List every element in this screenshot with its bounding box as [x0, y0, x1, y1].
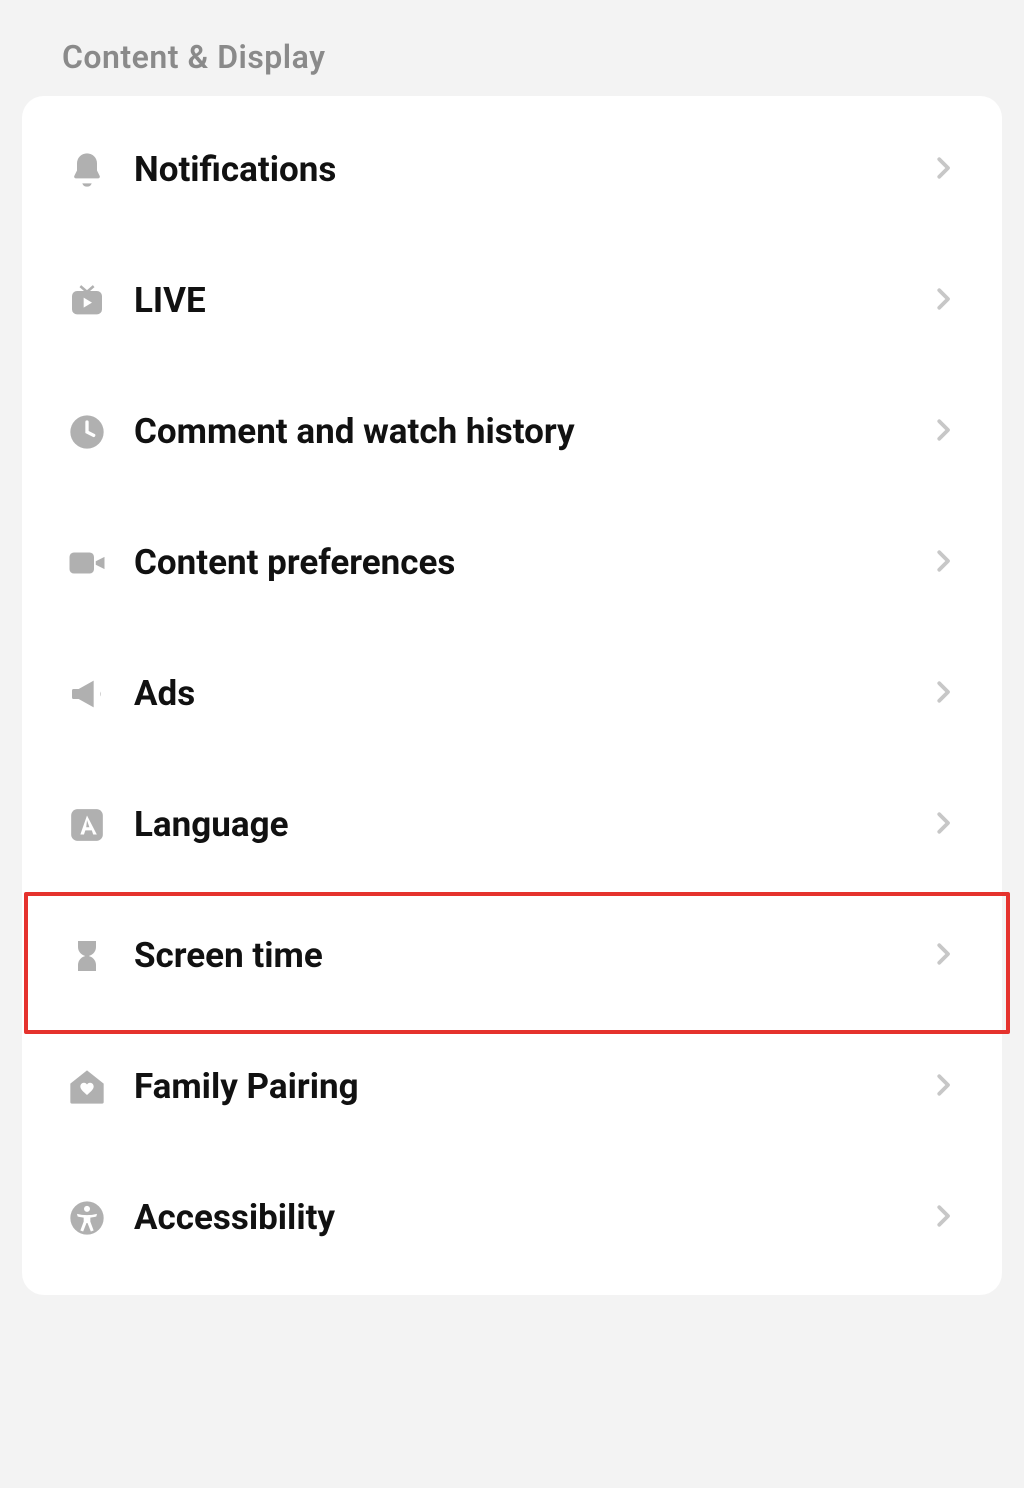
section-header: Content & Display: [0, 0, 1024, 96]
row-ads[interactable]: Ads: [22, 628, 1002, 759]
row-label: Screen time: [134, 935, 928, 976]
clock-icon: [66, 411, 108, 453]
chevron-right-icon: [928, 939, 958, 973]
chevron-right-icon: [928, 808, 958, 842]
row-family-pairing[interactable]: Family Pairing: [22, 1021, 1002, 1152]
row-content-preferences[interactable]: Content preferences: [22, 497, 1002, 628]
row-label: Comment and watch history: [134, 411, 928, 452]
chevron-right-icon: [928, 1201, 958, 1235]
chevron-right-icon: [928, 1070, 958, 1104]
row-label: Ads: [134, 673, 928, 714]
chevron-right-icon: [928, 284, 958, 318]
language-a-icon: [66, 804, 108, 846]
row-screen-time[interactable]: Screen time: [22, 890, 1002, 1021]
chevron-right-icon: [928, 677, 958, 711]
row-language[interactable]: Language: [22, 759, 1002, 890]
row-accessibility[interactable]: Accessibility: [22, 1152, 1002, 1283]
video-camera-icon: [66, 542, 108, 584]
home-heart-icon: [66, 1066, 108, 1108]
bell-icon: [66, 149, 108, 191]
row-label: Family Pairing: [134, 1066, 928, 1107]
chevron-right-icon: [928, 415, 958, 449]
accessibility-icon: [66, 1197, 108, 1239]
megaphone-icon: [66, 673, 108, 715]
row-label: Language: [134, 804, 928, 845]
chevron-right-icon: [928, 153, 958, 187]
settings-card: Notifications LIVE Comment and watch his…: [22, 96, 1002, 1295]
row-label: Accessibility: [134, 1197, 928, 1238]
row-notifications[interactable]: Notifications: [22, 104, 1002, 235]
row-label: LIVE: [134, 280, 928, 321]
chevron-right-icon: [928, 546, 958, 580]
row-live[interactable]: LIVE: [22, 235, 1002, 366]
row-history[interactable]: Comment and watch history: [22, 366, 1002, 497]
hourglass-icon: [66, 935, 108, 977]
tv-play-icon: [66, 280, 108, 322]
row-label: Content preferences: [134, 542, 928, 583]
row-label: Notifications: [134, 149, 928, 190]
